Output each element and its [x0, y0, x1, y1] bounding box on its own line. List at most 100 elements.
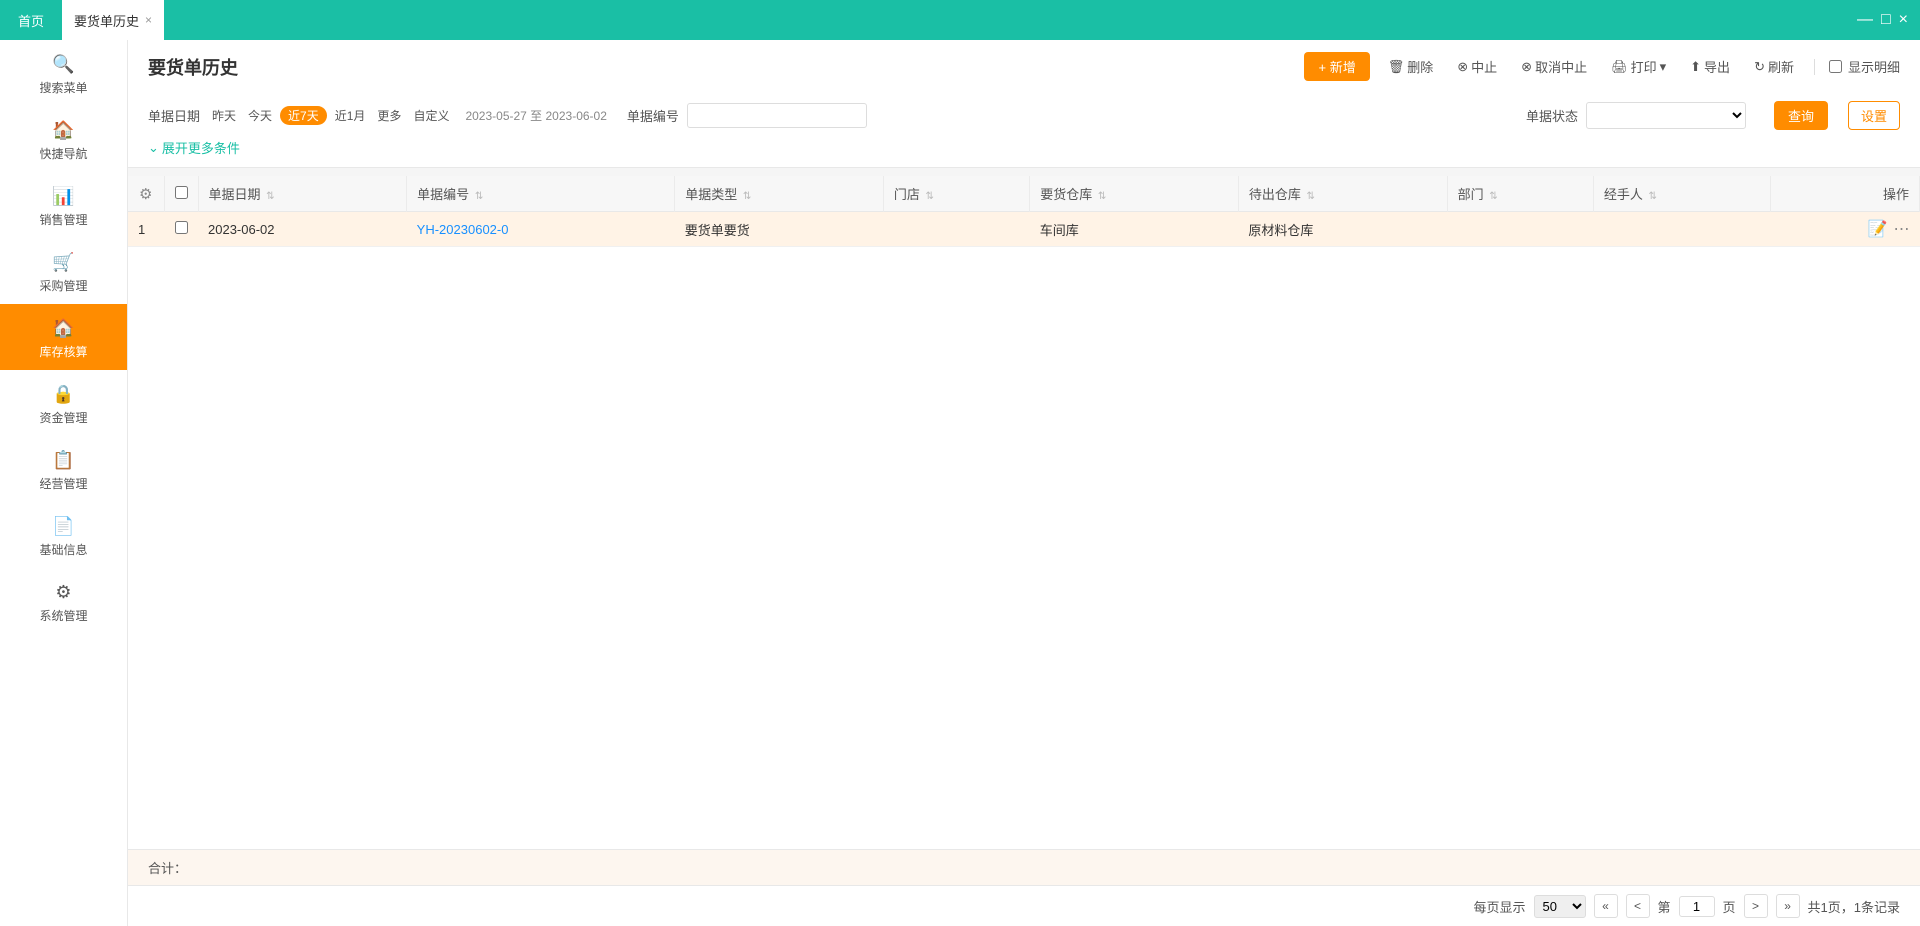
delete-button[interactable]: 🗑 删除 — [1382, 53, 1440, 80]
tab-home[interactable]: 首页 — [0, 0, 62, 40]
per-page-select[interactable]: 102050100 — [1534, 895, 1586, 918]
print-button[interactable]: 🖨 打印 ▾ — [1605, 53, 1672, 80]
total-info: 共1页，1条记录 — [1808, 897, 1900, 916]
delete-icon: 🗑 — [1388, 59, 1405, 75]
new-button[interactable]: + 新增 — [1304, 52, 1369, 81]
cell-pending-warehouse: 原材料仓库 — [1238, 212, 1447, 247]
filter-expand-row: ⌄ 展开更多条件 — [148, 138, 1900, 157]
sort-req-warehouse-icon[interactable]: ⇅ — [1098, 191, 1106, 202]
date-opt-7days[interactable]: 近7天 — [280, 106, 327, 125]
th-req-warehouse: 要货仓库 ⇅ — [1030, 176, 1239, 212]
cancel-stop-icon: ⊗ — [1521, 59, 1532, 75]
th-handler: 经手人 ⇅ — [1593, 176, 1771, 212]
th-dept: 部门 ⇅ — [1447, 176, 1593, 212]
expand-filter-button[interactable]: ⌄ 展开更多条件 — [148, 138, 1900, 157]
sort-date-icon[interactable]: ⇅ — [266, 191, 274, 202]
prev-page-button[interactable]: < — [1626, 894, 1650, 918]
sort-store-icon[interactable]: ⇅ — [926, 191, 934, 202]
last-page-button[interactable]: » — [1776, 894, 1800, 918]
finance-mgmt-icon: 🔒 — [52, 384, 74, 405]
order-no-link[interactable]: YH-20230602-0 — [417, 222, 509, 237]
maximize-icon[interactable]: □ — [1881, 11, 1891, 29]
table-settings-icon[interactable]: ⚙ — [139, 186, 152, 203]
page-title: 要货单历史 — [148, 54, 238, 80]
order-no-input[interactable] — [687, 103, 867, 128]
filter-row-1: 单据日期 昨天 今天 近7天 近1月 更多 自定义 2023-05-27 至 2… — [148, 101, 1900, 130]
sidebar-item-purchase-mgmt[interactable]: 🛒 采购管理 — [0, 238, 127, 304]
date-filter-label: 单据日期 — [148, 106, 200, 125]
filter-group-date: 单据日期 昨天 今天 近7天 近1月 更多 自定义 2023-05-27 至 2… — [148, 106, 607, 125]
first-page-button[interactable]: « — [1594, 894, 1618, 918]
sidebar-item-search-menu[interactable]: 🔍 搜索菜单 — [0, 40, 127, 106]
sidebar-label-operations-mgmt: 经营管理 — [39, 475, 87, 492]
system-mgmt-icon: ⚙ — [55, 582, 71, 603]
tab-close-icon[interactable]: × — [145, 13, 152, 27]
minimize-icon[interactable]: — — [1857, 11, 1873, 29]
stop-button[interactable]: ⊗ 中止 — [1451, 53, 1503, 80]
sort-type-icon[interactable]: ⇅ — [743, 191, 751, 202]
print-icon: 🖨 — [1611, 59, 1628, 75]
tab-active[interactable]: 要货单历史 × — [62, 0, 164, 40]
tab-active-label: 要货单历史 — [74, 11, 139, 30]
query-button[interactable]: 查询 — [1774, 101, 1828, 130]
cell-dept — [1447, 212, 1593, 247]
export-button[interactable]: ⬆ 导出 — [1684, 53, 1736, 80]
th-order-no: 单据编号 ⇅ — [407, 176, 675, 212]
date-opt-today[interactable]: 今天 — [244, 106, 276, 125]
page-number-input[interactable] — [1679, 896, 1715, 917]
sidebar-item-sales-mgmt[interactable]: 📊 销售管理 — [0, 172, 127, 238]
select-all-checkbox[interactable] — [175, 186, 188, 199]
table-row: 1 2023-06-02 YH-20230602-0 要货单要货 车间库 原材料… — [128, 212, 1920, 247]
cell-index: 1 — [128, 212, 164, 247]
sort-handler-icon[interactable]: ⇅ — [1649, 191, 1657, 202]
date-opt-yesterday[interactable]: 昨天 — [208, 106, 240, 125]
filter-group-status: 单据状态 — [1526, 102, 1746, 129]
sidebar-label-quick-nav: 快捷导航 — [39, 145, 87, 162]
th-actions: 操作 — [1771, 176, 1920, 212]
display-detail-checkbox[interactable]: 显示明细 — [1829, 57, 1900, 76]
sidebar-label-purchase-mgmt: 采购管理 — [39, 277, 87, 294]
sidebar-label-sales-mgmt: 销售管理 — [39, 211, 87, 228]
cell-date: 2023-06-02 — [198, 212, 407, 247]
sort-dept-icon[interactable]: ⇅ — [1489, 191, 1497, 202]
pagination-bar: 每页显示 102050100 « < 第 页 > » 共1页，1条记录 — [128, 885, 1920, 926]
sort-pending-warehouse-icon[interactable]: ⇅ — [1307, 191, 1315, 202]
date-opt-custom[interactable]: 自定义 — [409, 106, 453, 125]
sidebar-item-system-mgmt[interactable]: ⚙ 系统管理 — [0, 568, 127, 634]
page-title-row: 要货单历史 + 新增 🗑 删除 ⊗ 中止 ⊗ 取消中止 — [148, 52, 1900, 81]
cell-checkbox[interactable] — [164, 212, 198, 247]
table-container: ⚙ 单据日期 ⇅ 单据编号 ⇅ — [128, 176, 1920, 849]
edit-row-icon[interactable]: 📝 — [1868, 219, 1888, 239]
sidebar-item-finance-mgmt[interactable]: 🔒 资金管理 — [0, 370, 127, 436]
close-icon[interactable]: × — [1899, 11, 1908, 29]
top-bar: 首页 要货单历史 × — □ × — [0, 0, 1920, 40]
th-store: 门店 ⇅ — [883, 176, 1029, 212]
main-layout: 🔍 搜索菜单 🏠 快捷导航 📊 销售管理 🛒 采购管理 🏠 库存核算 🔒 资金管… — [0, 40, 1920, 926]
cancel-stop-button[interactable]: ⊗ 取消中止 — [1515, 53, 1593, 80]
date-opt-more[interactable]: 更多 — [373, 106, 405, 125]
per-page-label: 每页显示 — [1473, 897, 1525, 916]
cell-store — [883, 212, 1029, 247]
window-controls: — □ × — [1857, 11, 1920, 29]
sort-order-no-icon[interactable]: ⇅ — [475, 191, 483, 202]
stop-icon: ⊗ — [1457, 59, 1468, 75]
date-range-display: 2023-05-27 至 2023-06-02 — [465, 107, 606, 124]
settings-button[interactable]: 设置 — [1848, 101, 1900, 130]
sidebar-item-basic-info[interactable]: 📄 基础信息 — [0, 502, 127, 568]
next-page-button[interactable]: > — [1744, 894, 1768, 918]
refresh-button[interactable]: ↻ 刷新 — [1748, 53, 1800, 80]
sidebar-item-operations-mgmt[interactable]: 📋 经营管理 — [0, 436, 127, 502]
display-detail-input[interactable] — [1829, 60, 1842, 73]
sidebar-item-inventory[interactable]: 🏠 库存核算 — [0, 304, 127, 370]
export-icon: ⬆ — [1690, 59, 1701, 75]
more-row-icon[interactable]: ⋯ — [1894, 219, 1910, 239]
refresh-icon: ↻ — [1754, 59, 1765, 75]
date-opt-1month[interactable]: 近1月 — [331, 106, 370, 125]
toolbar-divider — [1814, 59, 1815, 75]
status-select[interactable] — [1586, 102, 1746, 129]
sidebar-item-quick-nav[interactable]: 🏠 快捷导航 — [0, 106, 127, 172]
content-area: 要货单历史 + 新增 🗑 删除 ⊗ 中止 ⊗ 取消中止 — [128, 40, 1920, 926]
sales-mgmt-icon: 📊 — [52, 186, 74, 207]
status-filter-label: 单据状态 — [1526, 106, 1578, 125]
table-footer: 合计： — [128, 849, 1920, 885]
